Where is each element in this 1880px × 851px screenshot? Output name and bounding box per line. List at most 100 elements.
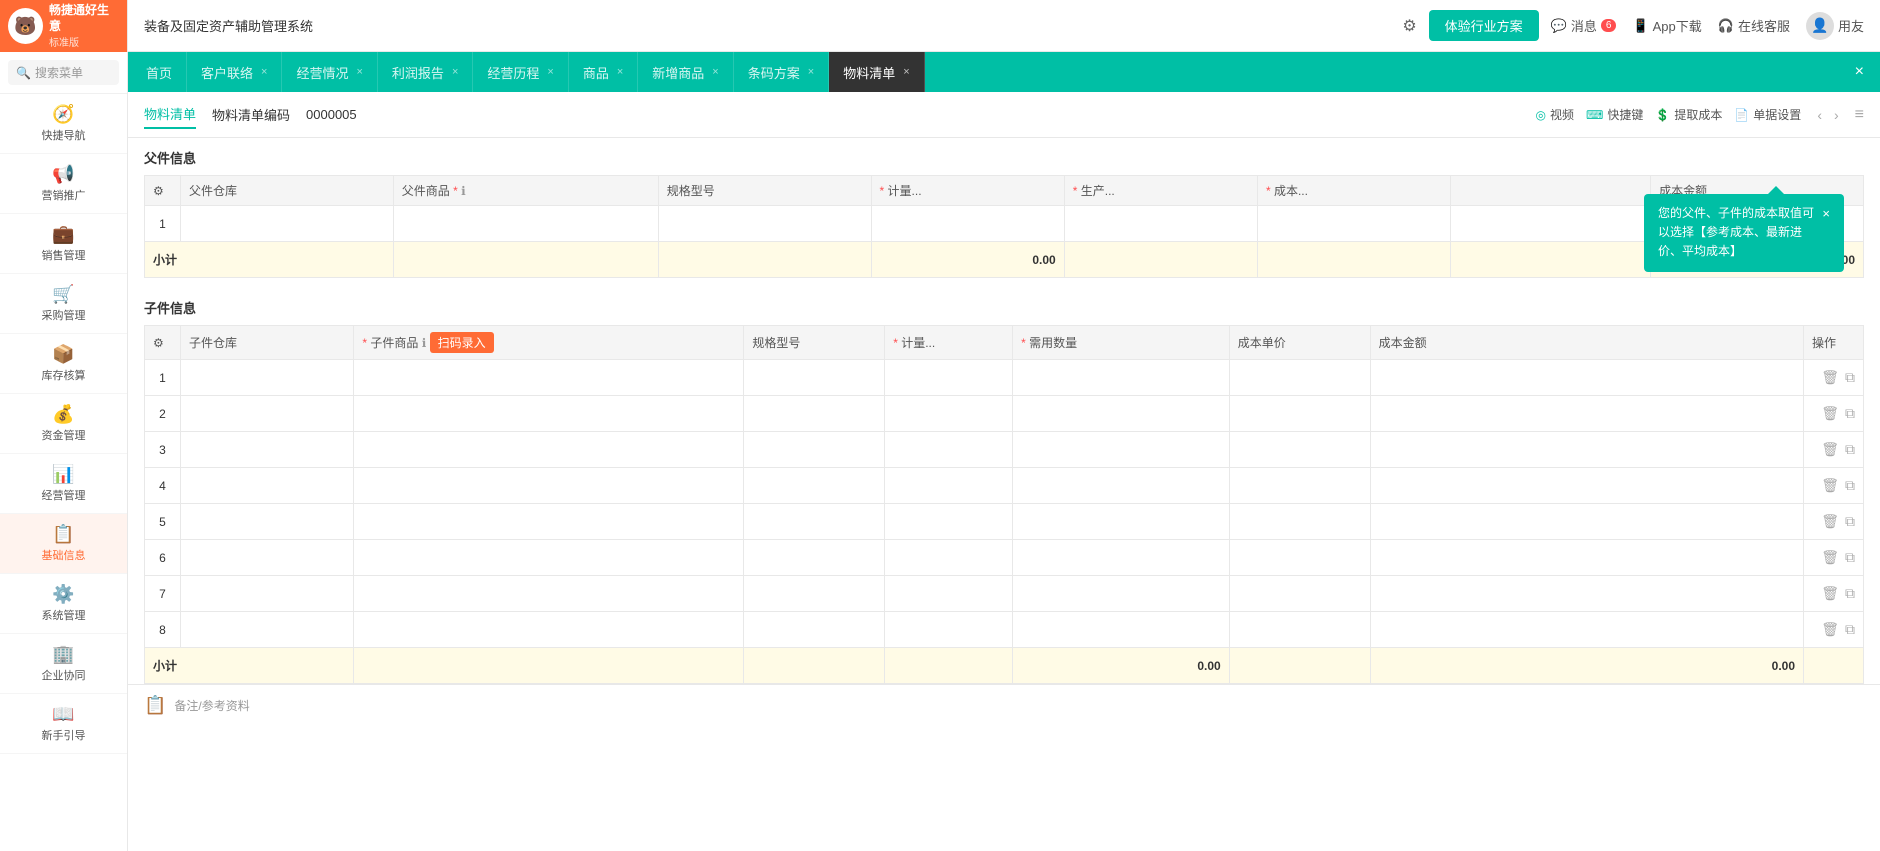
scan-button[interactable]: 扫码录入 [430, 332, 494, 353]
close-all-tabs[interactable]: × [1843, 63, 1876, 81]
tab-new-goods[interactable]: 新增商品 × [638, 52, 733, 92]
sidebar-search-area[interactable]: 🔍 搜索菜单 [0, 52, 127, 94]
sidebar-item-enterprise[interactable]: 🏢 企业协同 [0, 634, 127, 694]
sidebar-item-quick-nav[interactable]: 🧭 快捷导航 [0, 94, 127, 154]
child-warehouse-cell[interactable] [181, 360, 354, 396]
message-button[interactable]: 💬 消息 6 [1551, 16, 1617, 35]
parent-unit-cell[interactable] [871, 206, 1064, 242]
child-spec-cell[interactable] [744, 432, 885, 468]
child-goods-cell[interactable] [354, 540, 744, 576]
parent-goods-cell[interactable] [393, 206, 658, 242]
delete-icon[interactable]: 🗑 [1821, 621, 1839, 638]
sub-tab-bom[interactable]: 物料清单 [144, 100, 196, 129]
child-unit-cost-cell[interactable] [1229, 540, 1370, 576]
child-warehouse-cell[interactable] [181, 540, 354, 576]
child-goods-cell[interactable] [354, 432, 744, 468]
tab-barcode[interactable]: 条码方案 × [734, 52, 829, 92]
child-goods-cell[interactable] [354, 360, 744, 396]
parent-warehouse-cell[interactable] [181, 206, 394, 242]
child-unit-cell[interactable] [885, 432, 1013, 468]
delete-icon[interactable]: 🗑 [1821, 585, 1839, 602]
child-unit-cell[interactable] [885, 576, 1013, 612]
tab-operations[interactable]: 经营情况 × [282, 52, 377, 92]
child-unit-cell[interactable] [885, 468, 1013, 504]
tab-profit[interactable]: 利润报告 × [378, 52, 473, 92]
shortcut-action[interactable]: ⌨ 快捷键 [1586, 106, 1643, 123]
child-warehouse-cell[interactable] [181, 576, 354, 612]
child-unit-cell[interactable] [885, 504, 1013, 540]
child-warehouse-cell[interactable] [181, 396, 354, 432]
tab-customer[interactable]: 客户联络 × [187, 52, 282, 92]
child-qty-cell[interactable] [1013, 540, 1230, 576]
child-spec-cell[interactable] [744, 612, 885, 648]
child-warehouse-cell[interactable] [181, 468, 354, 504]
child-spec-cell[interactable] [744, 540, 885, 576]
child-unit-cell[interactable] [885, 360, 1013, 396]
parent-production-cell[interactable] [1064, 206, 1257, 242]
parent-cost-cell[interactable] [1257, 206, 1450, 242]
child-goods-cell[interactable] [354, 612, 744, 648]
child-unit-cell[interactable] [885, 612, 1013, 648]
child-unit-cost-cell[interactable] [1229, 576, 1370, 612]
copy-icon[interactable]: ⧉ [1845, 441, 1855, 458]
child-qty-cell[interactable] [1013, 612, 1230, 648]
tab-bom-close[interactable]: × [903, 66, 909, 78]
copy-icon[interactable]: ⧉ [1845, 549, 1855, 566]
app-download-button[interactable]: 📱 App下载 [1632, 16, 1701, 35]
sidebar-item-marketing[interactable]: 📢 营销推广 [0, 154, 127, 214]
sidebar-item-inventory[interactable]: 📦 库存核算 [0, 334, 127, 394]
view-action[interactable]: ◎ 视频 [1536, 106, 1575, 123]
sidebar-item-operations[interactable]: 📊 经营管理 [0, 454, 127, 514]
child-unit-cell[interactable] [885, 396, 1013, 432]
delete-icon[interactable]: 🗑 [1821, 513, 1839, 530]
child-unit-cell[interactable] [885, 540, 1013, 576]
child-goods-cell[interactable] [354, 468, 744, 504]
copy-icon[interactable]: ⧉ [1845, 585, 1855, 602]
tab-operations-close[interactable]: × [356, 66, 362, 78]
tab-barcode-close[interactable]: × [808, 66, 814, 78]
next-arrow[interactable]: › [1830, 105, 1843, 125]
tab-history[interactable]: 经营历程 × [473, 52, 568, 92]
sidebar-item-purchase[interactable]: 🛒 采购管理 [0, 274, 127, 334]
delete-icon[interactable]: 🗑 [1821, 441, 1839, 458]
delete-icon[interactable]: 🗑 [1821, 405, 1839, 422]
search-input-trigger[interactable]: 🔍 搜索菜单 [8, 60, 119, 85]
child-qty-cell[interactable] [1013, 432, 1230, 468]
child-spec-cell[interactable] [744, 576, 885, 612]
tab-history-close[interactable]: × [547, 66, 553, 78]
single-settings-action[interactable]: 📄 单据设置 [1734, 106, 1801, 123]
online-service-button[interactable]: 🎧 在线客服 [1718, 16, 1790, 35]
parent-spec-cell[interactable] [658, 206, 871, 242]
gear-icon[interactable]: ⚙ [1402, 16, 1416, 36]
copy-icon[interactable]: ⧉ [1845, 621, 1855, 638]
child-qty-cell[interactable] [1013, 360, 1230, 396]
copy-icon[interactable]: ⧉ [1845, 405, 1855, 422]
tooltip-close-btn[interactable]: × [1822, 204, 1830, 225]
sidebar-item-system[interactable]: ⚙️ 系统管理 [0, 574, 127, 634]
tab-new-goods-close[interactable]: × [712, 66, 718, 78]
copy-icon[interactable]: ⧉ [1845, 369, 1855, 386]
child-warehouse-cell[interactable] [181, 504, 354, 540]
sidebar-item-guide[interactable]: 📖 新手引导 [0, 694, 127, 754]
copy-icon[interactable]: ⧉ [1845, 513, 1855, 530]
child-spec-cell[interactable] [744, 360, 885, 396]
child-spec-cell[interactable] [744, 504, 885, 540]
tab-goods-close[interactable]: × [617, 66, 623, 78]
child-qty-cell[interactable] [1013, 576, 1230, 612]
tab-bom[interactable]: 物料清单 × [829, 52, 924, 92]
child-th-gear[interactable]: ⚙ [145, 326, 181, 360]
child-qty-cell[interactable] [1013, 504, 1230, 540]
child-qty-cell[interactable] [1013, 468, 1230, 504]
child-warehouse-cell[interactable] [181, 432, 354, 468]
child-qty-cell[interactable] [1013, 396, 1230, 432]
child-goods-cell[interactable] [354, 504, 744, 540]
child-unit-cost-cell[interactable] [1229, 504, 1370, 540]
tab-profit-close[interactable]: × [452, 66, 458, 78]
user-area[interactable]: 👤 用友 [1806, 12, 1864, 40]
child-unit-cost-cell[interactable] [1229, 396, 1370, 432]
sidebar-item-finance[interactable]: 💰 资金管理 [0, 394, 127, 454]
child-unit-cost-cell[interactable] [1229, 432, 1370, 468]
delete-icon[interactable]: 🗑 [1821, 369, 1839, 386]
tab-home[interactable]: 首页 [132, 52, 187, 92]
child-spec-cell[interactable] [744, 396, 885, 432]
